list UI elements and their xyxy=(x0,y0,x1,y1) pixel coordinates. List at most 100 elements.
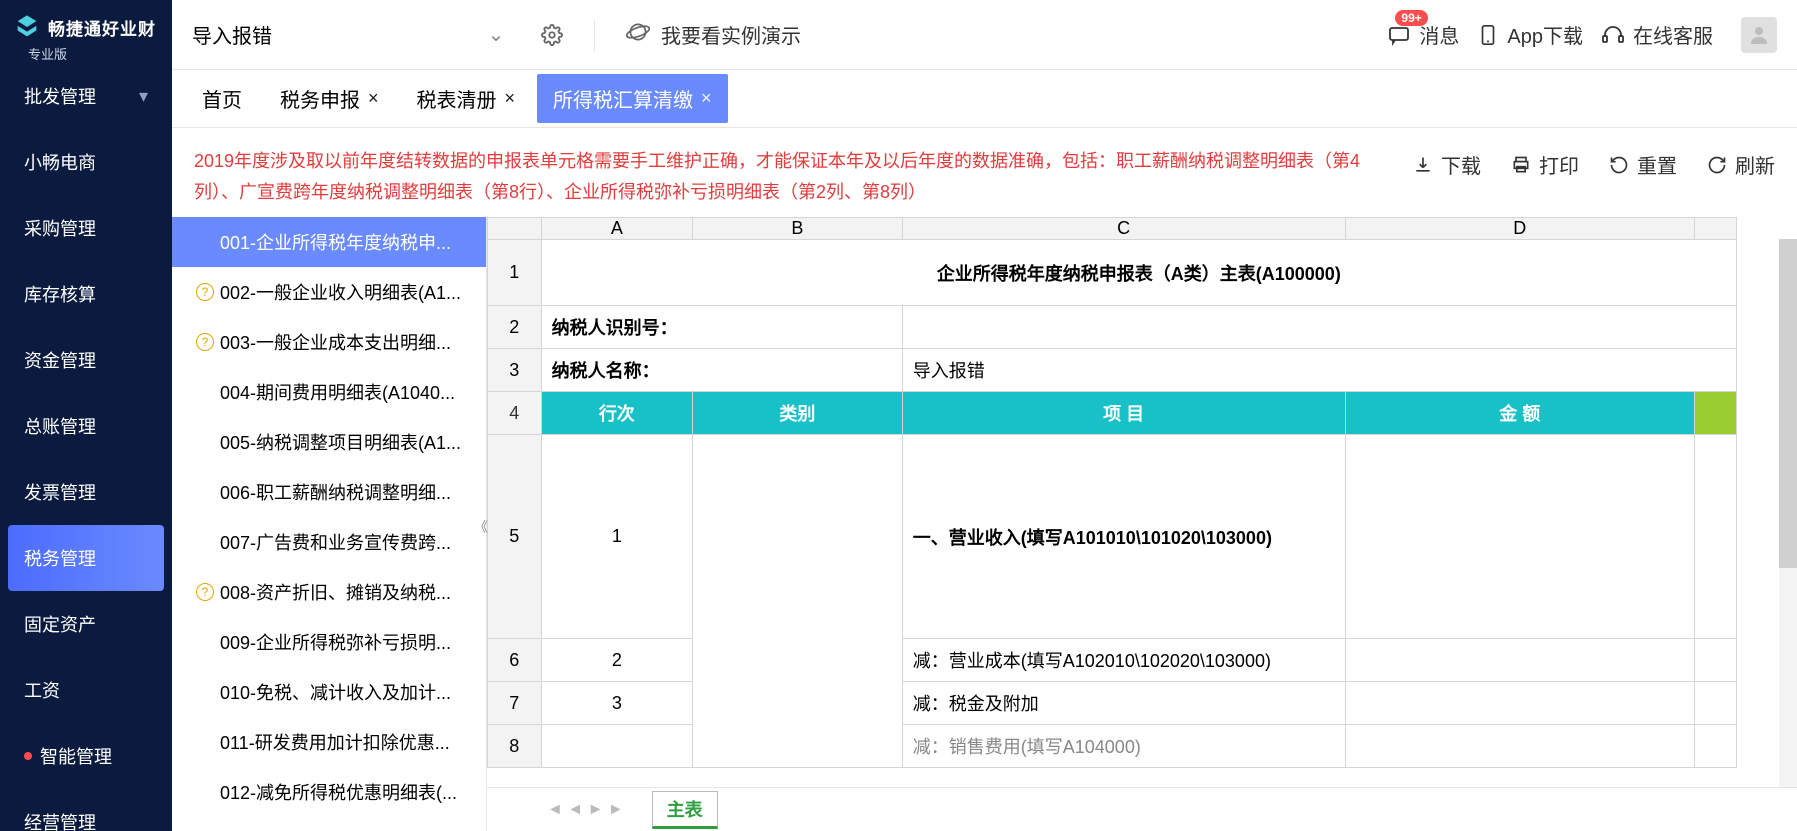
context-label: 导入报错 xyxy=(192,20,272,49)
tree-item-1[interactable]: ? 002-一般企业收入明细表(A1... xyxy=(172,267,486,317)
hdr-category: 类别 xyxy=(693,392,903,435)
cell-amount[interactable] xyxy=(1345,435,1695,639)
tree-item-3[interactable]: 004-期间费用明细表(A1040... xyxy=(172,367,486,417)
rownum[interactable]: 7 xyxy=(488,682,542,725)
brand-edition: 专业版 xyxy=(0,42,172,73)
colhead-D[interactable]: D xyxy=(1345,218,1695,240)
sidebar-item-2[interactable]: 采购管理 xyxy=(0,195,172,261)
sidebar-item-6[interactable]: 发票管理 xyxy=(0,459,172,525)
rownum[interactable]: 8 xyxy=(488,725,542,768)
vertical-scrollbar[interactable] xyxy=(1779,239,1797,787)
rownum[interactable]: 2 xyxy=(488,306,542,349)
brand-logo-icon xyxy=(12,12,42,42)
notice-text: 2019年度涉及取以前年度结转数据的申报表单元格需要手工维护正确，才能保证本年及… xyxy=(194,146,1374,207)
sidebar-item-7[interactable]: 税务管理 xyxy=(8,525,164,591)
tree-item-4[interactable]: 005-纳税调整项目明细表(A1... xyxy=(172,417,486,467)
cell-item[interactable]: 减：税金及附加 xyxy=(902,682,1345,725)
message-button[interactable]: 99+ 消息 xyxy=(1387,20,1459,49)
colhead-B[interactable]: B xyxy=(693,218,903,240)
sidebar-item-9[interactable]: 工资 xyxy=(0,657,172,723)
sidebar-item-5[interactable]: 总账管理 xyxy=(0,393,172,459)
planet-icon xyxy=(625,19,651,51)
warning-icon: ? xyxy=(196,333,214,351)
cell-line[interactable]: 2 xyxy=(541,639,692,682)
sheet-nav-arrows[interactable]: ◄ ◄ ► ► xyxy=(547,801,624,819)
print-button[interactable]: 打印 xyxy=(1511,150,1579,179)
divider xyxy=(594,19,595,51)
tree-item-label: 008-资产折旧、摊销及纳税... xyxy=(220,579,451,605)
tree-item-label: 010-免税、减计收入及加计... xyxy=(220,679,451,705)
cell-item[interactable]: 一、营业收入(填写A101010\101020\103000) xyxy=(902,435,1345,639)
colhead-extra[interactable] xyxy=(1695,218,1737,240)
warning-icon: ? xyxy=(196,583,214,601)
sidebar-item-3[interactable]: 库存核算 xyxy=(0,261,172,327)
support-button[interactable]: 在线客服 xyxy=(1601,20,1713,49)
sidebar-item-1[interactable]: 小畅电商 xyxy=(0,129,172,195)
tree-item-label: 003-一般企业成本支出明细... xyxy=(220,329,451,355)
rownum[interactable]: 3 xyxy=(488,349,542,392)
chevron-down-icon[interactable]: ⌄ xyxy=(482,21,510,49)
tab-home[interactable]: 首页 xyxy=(186,74,258,123)
tree-item-label: 007-广告费和业务宣传费跨... xyxy=(220,529,451,555)
tree-item-label: 009-企业所得税弥补亏损明... xyxy=(220,629,451,655)
sidebar-item-11[interactable]: 经营管理 xyxy=(0,789,172,831)
cell-line[interactable]: 3 xyxy=(541,682,692,725)
reset-button[interactable]: 重置 xyxy=(1609,150,1677,179)
taxname-value[interactable]: 导入报错 xyxy=(902,349,1736,392)
sidebar-item-4[interactable]: 资金管理 xyxy=(0,327,172,393)
cell-item[interactable]: 减：营业成本(填写A102010\102020\103000) xyxy=(902,639,1345,682)
cell-line[interactable] xyxy=(541,725,692,768)
rownum[interactable]: 6 xyxy=(488,639,542,682)
tree-item-10[interactable]: 011-研发费用加计扣除优惠... xyxy=(172,717,486,767)
taxname-label: 纳税人名称： xyxy=(541,349,902,392)
tree-item-label: 006-职工薪酬纳税调整明细... xyxy=(220,479,451,505)
tree-item-9[interactable]: 010-免税、减计收入及加计... xyxy=(172,667,486,717)
sidebar-item-8[interactable]: 固定资产 xyxy=(0,591,172,657)
demo-link[interactable]: 我要看实例演示 xyxy=(625,19,801,51)
tree-item-label: 002-一般企业收入明细表(A1... xyxy=(220,279,461,305)
tree-item-2[interactable]: ? 003-一般企业成本支出明细... xyxy=(172,317,486,367)
cell-item[interactable]: 减：销售费用(填写A104000) xyxy=(902,725,1345,768)
hdr-amount: 金 额 xyxy=(1345,392,1695,435)
tree-item-label: 011-研发费用加计扣除优惠... xyxy=(220,729,450,755)
warning-icon: ? xyxy=(196,283,214,301)
collapse-handle-icon[interactable]: 《 xyxy=(474,517,488,537)
taxid-label: 纳税人识别号： xyxy=(541,306,902,349)
cell-amount[interactable] xyxy=(1345,639,1695,682)
sheet-corner[interactable] xyxy=(488,218,542,240)
sidebar-item-10[interactable]: 智能管理 xyxy=(0,723,172,789)
rownum[interactable]: 4 xyxy=(488,392,542,435)
close-icon[interactable]: × xyxy=(505,88,516,109)
colhead-C[interactable]: C xyxy=(902,218,1345,240)
close-icon[interactable]: × xyxy=(701,88,712,109)
refresh-button[interactable]: 刷新 xyxy=(1707,150,1775,179)
tree-item-7[interactable]: ? 008-资产折旧、摊销及纳税... xyxy=(172,567,486,617)
appdownload-button[interactable]: App下载 xyxy=(1477,20,1583,49)
tree-item-label: 004-期间费用明细表(A1040... xyxy=(220,379,455,405)
gear-icon[interactable] xyxy=(540,23,564,47)
cell-line[interactable]: 1 xyxy=(541,435,692,639)
avatar[interactable] xyxy=(1741,17,1777,53)
close-icon[interactable]: × xyxy=(368,88,379,109)
hdr-item: 项 目 xyxy=(902,392,1345,435)
cell-category[interactable] xyxy=(693,435,903,768)
sidebar-item-0[interactable]: 批发管理▾ xyxy=(0,73,172,129)
tree-item-6[interactable]: 007-广告费和业务宣传费跨... xyxy=(172,517,486,567)
sheet-tab-main[interactable]: 主表 xyxy=(652,791,718,829)
tab-register[interactable]: 税表清册× xyxy=(401,74,532,123)
colhead-A[interactable]: A xyxy=(541,218,692,240)
download-button[interactable]: 下载 xyxy=(1413,150,1481,179)
tree-item-11[interactable]: 012-减免所得税优惠明细表(... xyxy=(172,767,486,817)
tab-declare[interactable]: 税务申报× xyxy=(264,74,395,123)
rownum[interactable]: 1 xyxy=(488,240,542,306)
taxid-value[interactable] xyxy=(902,306,1736,349)
tree-item-8[interactable]: 009-企业所得税弥补亏损明... xyxy=(172,617,486,667)
cell-amount[interactable] xyxy=(1345,682,1695,725)
tree-item-5[interactable]: 006-职工薪酬纳税调整明细... xyxy=(172,467,486,517)
rownum[interactable]: 5 xyxy=(488,435,542,639)
tab-settlement[interactable]: 所得税汇算清缴× xyxy=(537,74,728,123)
message-badge: 99+ xyxy=(1395,10,1427,26)
tree-item-0[interactable]: 001-企业所得税年度纳税申... xyxy=(172,217,486,267)
brand-name: 畅捷通好业财 xyxy=(48,15,156,40)
sheet-title: 企业所得税年度纳税申报表（A类）主表(A100000) xyxy=(541,240,1736,306)
